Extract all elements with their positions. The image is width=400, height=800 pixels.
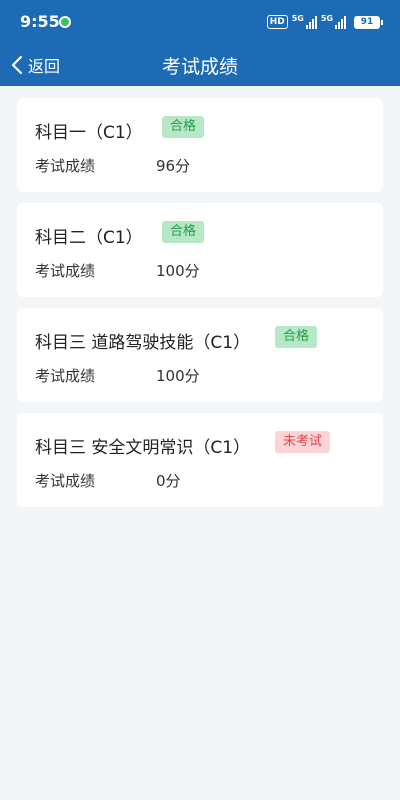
- subject-card[interactable]: 科目三 道路驾驶技能（C1） 合格 考试成绩 100分: [17, 308, 383, 402]
- app-header: 9:55 HD 5G 5G 91 返回 考试成绩: [0, 0, 400, 86]
- status-badge: 合格: [275, 326, 318, 348]
- wechat-notification-icon: [59, 16, 71, 28]
- subject-name: 科目一（C1）: [35, 123, 143, 143]
- signal-label-2: 5G: [320, 14, 333, 23]
- hd-voice-icon: HD: [266, 15, 288, 29]
- score-value: 96分: [156, 157, 191, 175]
- subject-card[interactable]: 科目三 安全文明常识（C1） 未考试 考试成绩 0分: [17, 413, 383, 507]
- status-badge: 合格: [162, 116, 205, 138]
- status-bar: 9:55 HD 5G 5G 91: [0, 0, 400, 44]
- subject-card[interactable]: 科目二（C1） 合格 考试成绩 100分: [17, 203, 383, 297]
- status-time: 9:55: [20, 12, 60, 31]
- score-label: 考试成绩: [35, 262, 96, 280]
- status-badge: 合格: [162, 221, 205, 243]
- page-title: 考试成绩: [161, 56, 238, 78]
- score-label: 考试成绩: [35, 157, 96, 175]
- subject-name: 科目三 道路驾驶技能（C1）: [35, 333, 251, 353]
- subject-name: 科目三 安全文明常识（C1）: [35, 438, 251, 458]
- signal-label: 5G: [291, 14, 304, 23]
- score-value: 0分: [156, 472, 181, 490]
- score-label: 考试成绩: [35, 367, 96, 385]
- subject-card[interactable]: 科目一（C1） 合格 考试成绩 96分: [17, 98, 383, 192]
- score-value: 100分: [156, 367, 200, 385]
- battery-icon: 91: [354, 15, 383, 29]
- status-badge: 未考试: [275, 431, 331, 453]
- score-value: 100分: [156, 262, 200, 280]
- nav-bar: 返回 考试成绩: [0, 44, 400, 86]
- signal-icon: 5G: [292, 15, 317, 29]
- signal-icon-2: 5G: [321, 15, 346, 29]
- status-icons: HD 5G 5G 91: [266, 13, 383, 31]
- subject-name: 科目二（C1）: [35, 228, 143, 248]
- score-label: 考试成绩: [35, 472, 96, 490]
